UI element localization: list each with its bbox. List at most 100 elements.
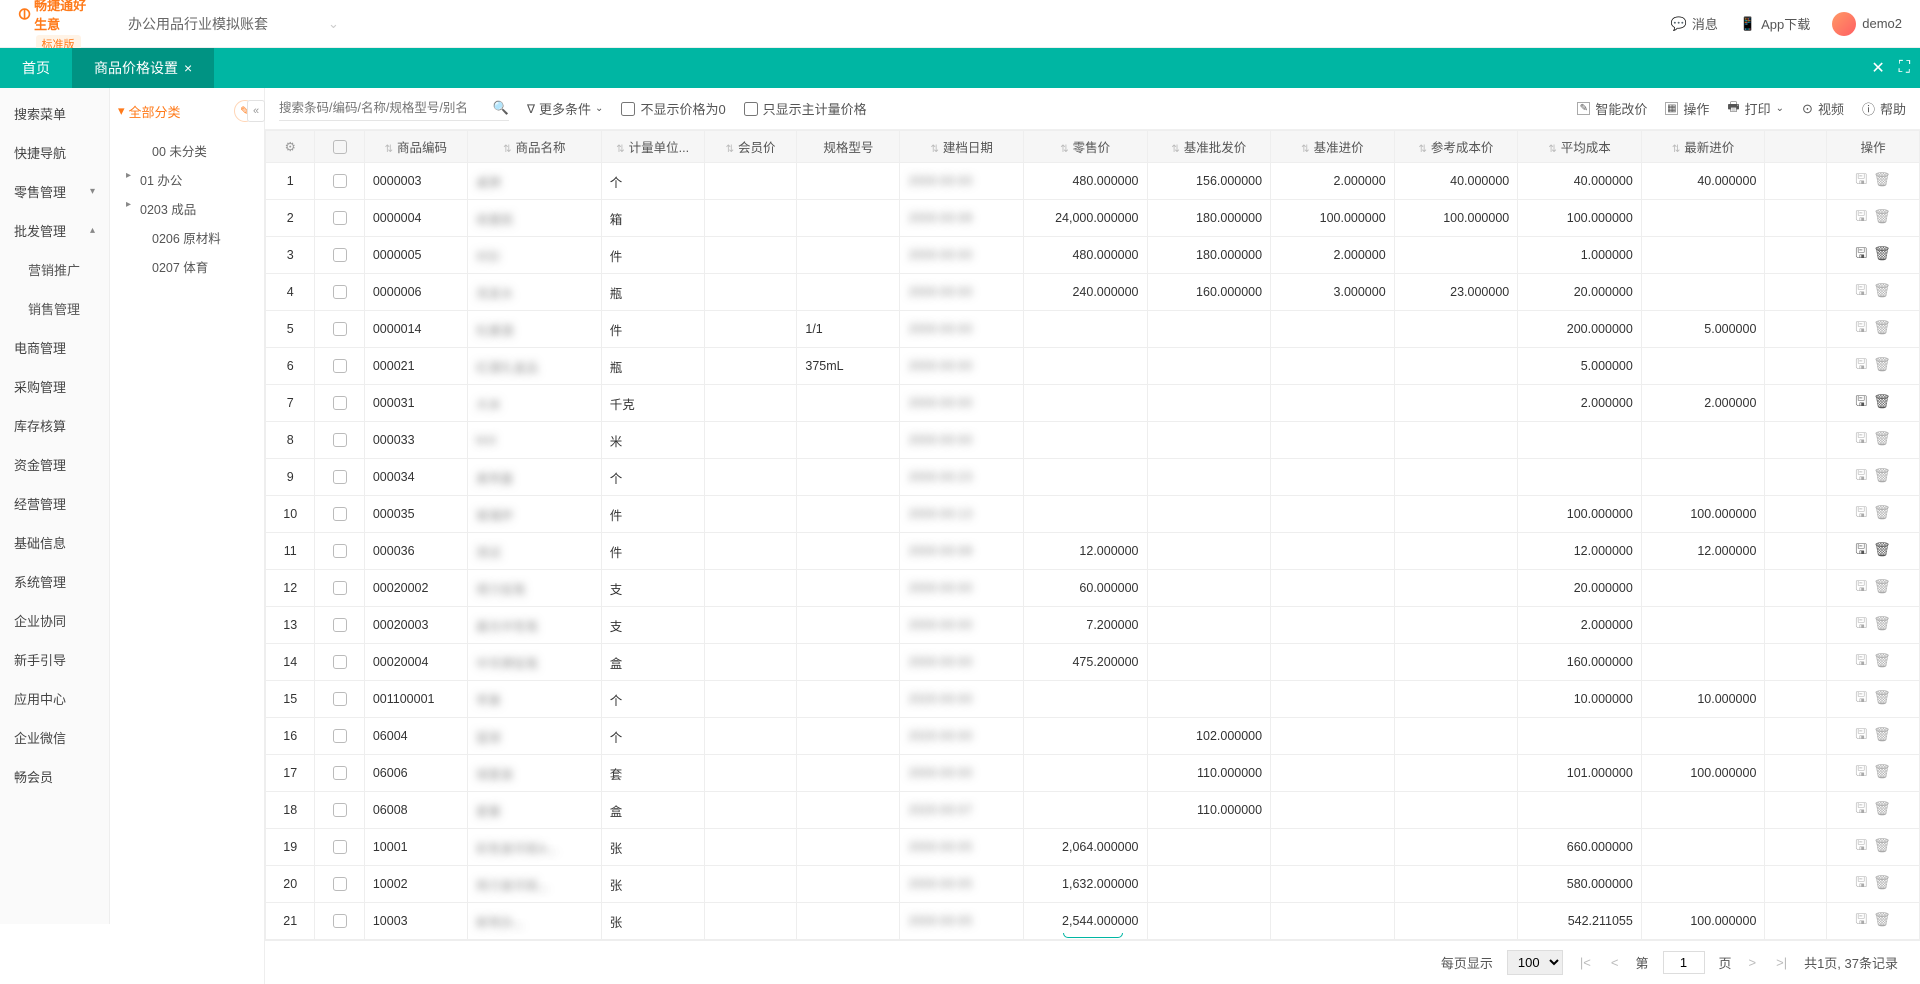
cell-spec[interactable] — [797, 533, 900, 570]
cell-refcost[interactable] — [1394, 607, 1518, 644]
row-checkbox[interactable] — [333, 248, 347, 262]
cell-refcost[interactable]: 23.000000 — [1394, 274, 1518, 311]
cell-refcost[interactable] — [1394, 533, 1518, 570]
cell-avgcost[interactable] — [1518, 459, 1642, 496]
cell-spec[interactable] — [797, 866, 900, 903]
cell-date[interactable]: 2000-00-08 — [900, 533, 1024, 570]
row-save-icon[interactable]: 🖫 — [1855, 541, 1867, 557]
tree-collapse-button[interactable]: « — [247, 100, 265, 122]
cell-member[interactable] — [704, 681, 797, 718]
cell-latest[interactable] — [1641, 237, 1765, 274]
cell-avgcost[interactable]: 200.000000 — [1518, 311, 1642, 348]
col-ops[interactable]: 操作 — [1827, 131, 1920, 163]
cell-refcost[interactable]: 100.000000 — [1394, 200, 1518, 237]
operations-button[interactable]: ▦操作 — [1665, 99, 1709, 118]
table-row[interactable]: 1200020002得力铅笔支2000-00-0060.00000020.000… — [266, 570, 1920, 607]
row-delete-icon[interactable]: 🗑 — [1873, 652, 1891, 668]
cell-member[interactable] — [704, 459, 797, 496]
cell-date[interactable]: 2000-00-00 — [900, 644, 1024, 681]
cell-purchase[interactable] — [1271, 533, 1395, 570]
cell-member[interactable] — [704, 311, 797, 348]
cell-refcost[interactable] — [1394, 459, 1518, 496]
table-row[interactable]: 1806008套餐盒2020-00-07110.000000🖫🗑 — [266, 792, 1920, 829]
cell-avgcost[interactable]: 10.000000 — [1518, 681, 1642, 718]
row-save-icon[interactable]: 🖫 — [1855, 578, 1867, 594]
col-retail[interactable]: 零售价 — [1023, 131, 1147, 163]
cell-unit[interactable]: 张 — [601, 866, 704, 903]
cell-name[interactable]: 中华牌铅笔 — [467, 644, 601, 681]
cell-latest[interactable] — [1641, 200, 1765, 237]
sidebar-item[interactable]: 应用中心 — [0, 679, 109, 718]
row-checkbox[interactable] — [333, 581, 347, 595]
sidebar-subitem[interactable]: 营销推广 — [0, 250, 109, 289]
cell-purchase[interactable]: 100.000000 — [1271, 200, 1395, 237]
cell-code[interactable]: 000031 — [364, 385, 467, 422]
cell-code[interactable]: 0000014 — [364, 311, 467, 348]
cell-name[interactable]: test — [467, 422, 601, 459]
cell-unit[interactable]: 瓶 — [601, 348, 704, 385]
cell-avgcost[interactable]: 100.000000 — [1518, 496, 1642, 533]
print-button[interactable]: 🖶打印⌄ — [1727, 98, 1784, 120]
smart-edit-button[interactable]: ✎智能改价 — [1577, 99, 1647, 118]
pager-next-icon[interactable]: > — [1746, 955, 1760, 970]
cell-purchase[interactable] — [1271, 385, 1395, 422]
row-save-icon[interactable]: 🖫 — [1855, 504, 1867, 520]
col-latest[interactable]: 最新进价 — [1641, 131, 1765, 163]
cell-avgcost[interactable]: 20.000000 — [1518, 570, 1642, 607]
cell-retail[interactable]: 240.000000 — [1023, 274, 1147, 311]
cell-avgcost[interactable] — [1518, 718, 1642, 755]
cell-spec[interactable] — [797, 274, 900, 311]
cell-purchase[interactable] — [1271, 459, 1395, 496]
cell-unit[interactable]: 支 — [601, 570, 704, 607]
cell-whole[interactable]: 156.000000 — [1147, 163, 1271, 200]
tree-root-label[interactable]: 全部分类 — [129, 102, 181, 121]
cell-whole[interactable] — [1147, 607, 1271, 644]
cell-purchase[interactable] — [1271, 496, 1395, 533]
cell-refcost[interactable] — [1394, 496, 1518, 533]
row-delete-icon[interactable]: 🗑 — [1873, 689, 1891, 705]
cell-date[interactable]: 2000-00-05 — [900, 829, 1024, 866]
cell-spec[interactable]: 375mL — [797, 348, 900, 385]
cell-retail[interactable] — [1023, 755, 1147, 792]
cell-latest[interactable]: 10.000000 — [1641, 681, 1765, 718]
fullscreen-icon[interactable]: ⛶ — [1899, 59, 1910, 77]
cell-member[interactable] — [704, 385, 797, 422]
cell-date[interactable]: 2000-00-00 — [900, 274, 1024, 311]
cell-spec[interactable] — [797, 792, 900, 829]
cell-member[interactable] — [704, 792, 797, 829]
cell-avgcost[interactable]: 2.000000 — [1518, 385, 1642, 422]
row-delete-icon[interactable]: 🗑 — [1873, 800, 1891, 816]
cell-name[interactable]: 得力铅笔 — [467, 570, 601, 607]
pager-prev-icon[interactable]: < — [1608, 955, 1622, 970]
cell-unit[interactable]: 件 — [601, 496, 704, 533]
col-whole[interactable]: 基准批发价 — [1147, 131, 1271, 163]
cell-name[interactable]: 衬衫 — [467, 237, 601, 274]
row-checkbox[interactable] — [333, 359, 347, 373]
cell-member[interactable] — [704, 607, 797, 644]
table-row[interactable]: 20000004收据纸箱2000-00-0824,000.000000180.0… — [266, 200, 1920, 237]
row-delete-icon[interactable]: 🗑 — [1873, 911, 1891, 927]
search-input-wrap[interactable]: 🔍 — [279, 96, 509, 121]
cell-date[interactable]: 2000-00-00 — [900, 237, 1024, 274]
cell-retail[interactable]: 480.000000 — [1023, 237, 1147, 274]
col-member[interactable]: 会员价 — [704, 131, 797, 163]
col-spec[interactable]: 规格型号 — [797, 131, 900, 163]
cell-member[interactable] — [704, 163, 797, 200]
cell-purchase[interactable]: 2.000000 — [1271, 163, 1395, 200]
cell-retail[interactable] — [1023, 422, 1147, 459]
cell-name[interactable]: 晨光中性笔 — [467, 607, 601, 644]
cell-latest[interactable] — [1641, 718, 1765, 755]
row-checkbox[interactable] — [333, 692, 347, 706]
cell-latest[interactable] — [1641, 422, 1765, 459]
cell-latest[interactable] — [1641, 644, 1765, 681]
row-save-icon[interactable]: 🖫 — [1855, 800, 1867, 816]
pager-last-icon[interactable]: >| — [1773, 955, 1790, 970]
cell-latest[interactable] — [1641, 792, 1765, 829]
cell-code[interactable]: 0000003 — [364, 163, 467, 200]
cell-purchase[interactable]: 2.000000 — [1271, 237, 1395, 274]
cell-retail[interactable] — [1023, 718, 1147, 755]
cell-unit[interactable]: 个 — [601, 459, 704, 496]
row-save-icon[interactable]: 🖫 — [1855, 911, 1867, 927]
cell-date[interactable]: 2000-00-05 — [900, 866, 1024, 903]
cell-whole[interactable] — [1147, 681, 1271, 718]
